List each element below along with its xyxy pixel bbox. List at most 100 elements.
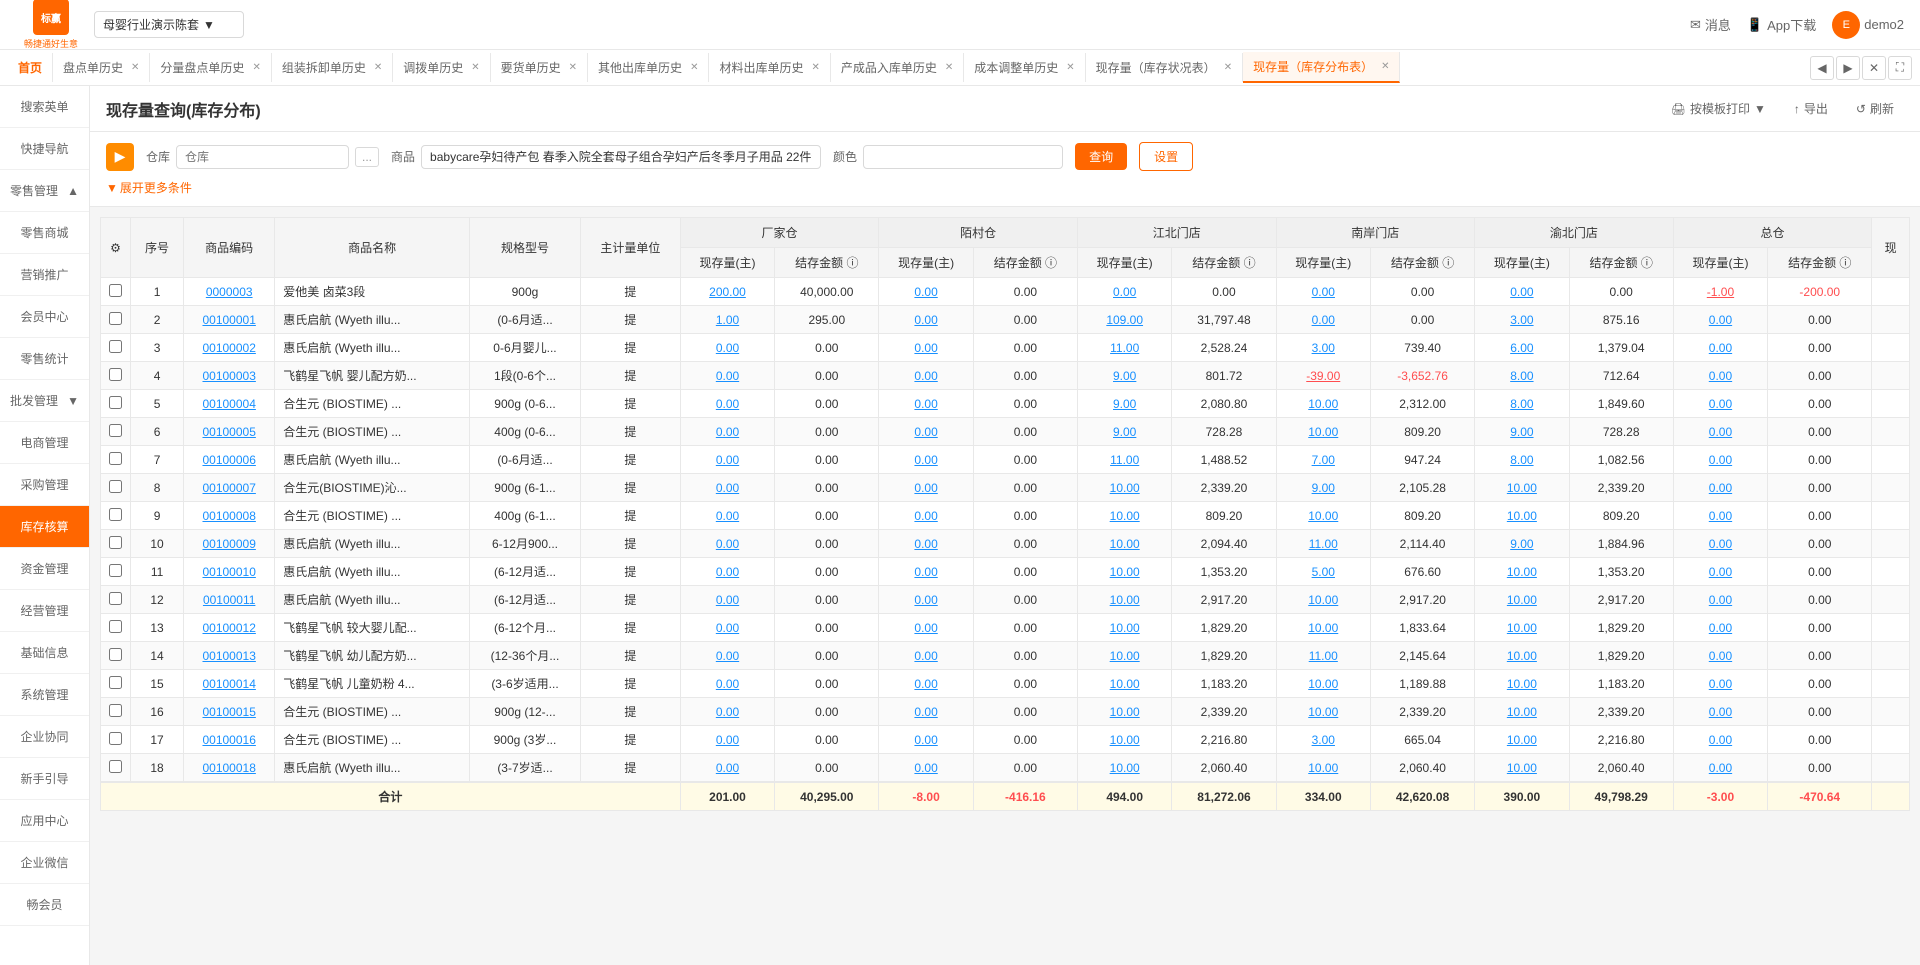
row-sku[interactable]: 00100016 — [184, 726, 275, 754]
row-w4-qty[interactable]: 0.00 — [1276, 306, 1371, 334]
row-w2-qty[interactable]: 0.00 — [879, 334, 974, 362]
warehouse-input[interactable] — [176, 145, 349, 169]
row-w4-qty[interactable]: 11.00 — [1276, 530, 1371, 558]
row-w1-qty[interactable]: 0.00 — [680, 390, 775, 418]
row-w5-qty[interactable]: 10.00 — [1475, 502, 1570, 530]
sidebar-item-search[interactable]: 搜索英单 — [0, 86, 89, 128]
row-check[interactable] — [101, 362, 131, 390]
tab-stock-distribution[interactable]: 现存量（库存分布表） ✕ — [1243, 52, 1400, 83]
row-w5-qty[interactable]: 8.00 — [1475, 390, 1570, 418]
row-w1-qty[interactable]: 0.00 — [680, 586, 775, 614]
search-button[interactable]: 查询 — [1075, 143, 1127, 170]
row-w2-qty[interactable]: 0.00 — [879, 278, 974, 306]
row-w5-qty[interactable]: 9.00 — [1475, 418, 1570, 446]
row-w3-qty[interactable]: 109.00 — [1077, 306, 1172, 334]
sidebar-item-wholesale-mgmt[interactable]: 批发管理 ▼ — [0, 380, 89, 422]
tab-home[interactable]: 首页 — [8, 53, 53, 82]
tab-prev-btn[interactable]: ◀ — [1810, 56, 1834, 80]
sidebar-item-ecommerce[interactable]: 电商管理 — [0, 422, 89, 464]
row-w3-qty[interactable]: 10.00 — [1077, 642, 1172, 670]
row-w4-qty[interactable]: 3.00 — [1276, 334, 1371, 362]
tab-product-in-history[interactable]: 产成品入库单历史 ✕ — [831, 53, 964, 82]
close-icon[interactable]: ✕ — [1066, 62, 1074, 73]
row-sku[interactable]: 00100008 — [184, 502, 275, 530]
color-input[interactable] — [863, 145, 1063, 169]
tab-stock-status[interactable]: 现存量（库存状况表） ✕ — [1086, 53, 1243, 82]
row-w4-qty[interactable]: 3.00 — [1276, 726, 1371, 754]
row-check[interactable] — [101, 306, 131, 334]
sidebar-item-member[interactable]: 会员中心 — [0, 296, 89, 338]
row-w3-qty[interactable]: 10.00 — [1077, 586, 1172, 614]
row-sku[interactable]: 00100006 — [184, 446, 275, 474]
row-w1-qty[interactable]: 0.00 — [680, 614, 775, 642]
row-sku[interactable]: 00100003 — [184, 362, 275, 390]
row-tot-qty[interactable]: 0.00 — [1673, 474, 1768, 502]
expand-conditions-btn[interactable]: ▼ 展开更多条件 — [106, 179, 1904, 196]
row-check[interactable] — [101, 726, 131, 754]
tab-close-all-btn[interactable]: ✕ — [1862, 56, 1886, 80]
product-input[interactable] — [421, 145, 821, 169]
row-tot-qty[interactable]: 0.00 — [1673, 418, 1768, 446]
close-icon[interactable]: ✕ — [1224, 62, 1232, 73]
row-w2-qty[interactable]: 0.00 — [879, 362, 974, 390]
row-w5-qty[interactable]: 10.00 — [1475, 642, 1570, 670]
sidebar-item-retail-stats[interactable]: 零售统计 — [0, 338, 89, 380]
close-icon[interactable]: ✕ — [471, 62, 479, 73]
row-check[interactable] — [101, 530, 131, 558]
row-w4-qty[interactable]: 0.00 — [1276, 278, 1371, 306]
tab-next-btn[interactable]: ▶ — [1836, 56, 1860, 80]
row-tot-qty[interactable]: 0.00 — [1673, 754, 1768, 783]
sidebar-item-nav[interactable]: 快捷导航 — [0, 128, 89, 170]
tab-material-out-history[interactable]: 材料出库单历史 ✕ — [709, 53, 830, 82]
row-w5-qty[interactable]: 10.00 — [1475, 726, 1570, 754]
row-w2-qty[interactable]: 0.00 — [879, 586, 974, 614]
row-w5-qty[interactable]: 0.00 — [1475, 278, 1570, 306]
sidebar-item-basic-info[interactable]: 基础信息 — [0, 632, 89, 674]
tab-other-out-history[interactable]: 其他出库单历史 ✕ — [588, 53, 709, 82]
row-sku[interactable]: 00100013 — [184, 642, 275, 670]
tab-expand-btn[interactable]: ⛶ — [1888, 56, 1912, 80]
row-w3-qty[interactable]: 10.00 — [1077, 474, 1172, 502]
row-w2-qty[interactable]: 0.00 — [879, 698, 974, 726]
row-w4-qty[interactable]: 9.00 — [1276, 474, 1371, 502]
row-check[interactable] — [101, 502, 131, 530]
message-btn[interactable]: ✉ 消息 — [1690, 15, 1731, 34]
settings-button[interactable]: 设置 — [1139, 142, 1193, 171]
row-check[interactable] — [101, 642, 131, 670]
close-icon[interactable]: ✕ — [131, 62, 139, 73]
refresh-btn[interactable]: ↺ 刷新 — [1846, 96, 1904, 121]
tab-assembly-history[interactable]: 组装拆卸单历史 ✕ — [272, 53, 393, 82]
row-tot-qty[interactable]: 0.00 — [1673, 726, 1768, 754]
tab-transfer-history[interactable]: 调拨单历史 ✕ — [393, 53, 490, 82]
sidebar-item-guide[interactable]: 新手引导 — [0, 758, 89, 800]
row-w5-qty[interactable]: 3.00 — [1475, 306, 1570, 334]
row-tot-qty[interactable]: -1.00 — [1673, 278, 1768, 306]
row-w5-qty[interactable]: 10.00 — [1475, 614, 1570, 642]
sidebar-item-finance[interactable]: 资金管理 — [0, 548, 89, 590]
row-w2-qty[interactable]: 0.00 — [879, 530, 974, 558]
row-w3-qty[interactable]: 10.00 — [1077, 614, 1172, 642]
row-tot-qty[interactable]: 0.00 — [1673, 502, 1768, 530]
row-w1-qty[interactable]: 0.00 — [680, 418, 775, 446]
row-w2-qty[interactable]: 0.00 — [879, 754, 974, 783]
tab-cost-adjust-history[interactable]: 成本调整单历史 ✕ — [964, 53, 1085, 82]
row-w2-qty[interactable]: 0.00 — [879, 558, 974, 586]
row-check[interactable] — [101, 698, 131, 726]
row-check[interactable] — [101, 754, 131, 783]
row-w1-qty[interactable]: 0.00 — [680, 670, 775, 698]
row-tot-qty[interactable]: 0.00 — [1673, 642, 1768, 670]
row-w2-qty[interactable]: 0.00 — [879, 614, 974, 642]
row-sku[interactable]: 00100012 — [184, 614, 275, 642]
close-icon[interactable]: ✕ — [374, 62, 382, 73]
row-w3-qty[interactable]: 10.00 — [1077, 670, 1172, 698]
row-sku[interactable]: 00100009 — [184, 530, 275, 558]
row-w3-qty[interactable]: 0.00 — [1077, 278, 1172, 306]
row-tot-qty[interactable]: 0.00 — [1673, 530, 1768, 558]
tab-inventory-check-history[interactable]: 盘点单历史 ✕ — [53, 53, 150, 82]
close-icon[interactable]: ✕ — [811, 62, 819, 73]
row-check[interactable] — [101, 586, 131, 614]
row-tot-qty[interactable]: 0.00 — [1673, 670, 1768, 698]
row-w4-qty[interactable]: 10.00 — [1276, 754, 1371, 783]
row-w1-qty[interactable]: 0.00 — [680, 474, 775, 502]
row-tot-qty[interactable]: 0.00 — [1673, 698, 1768, 726]
